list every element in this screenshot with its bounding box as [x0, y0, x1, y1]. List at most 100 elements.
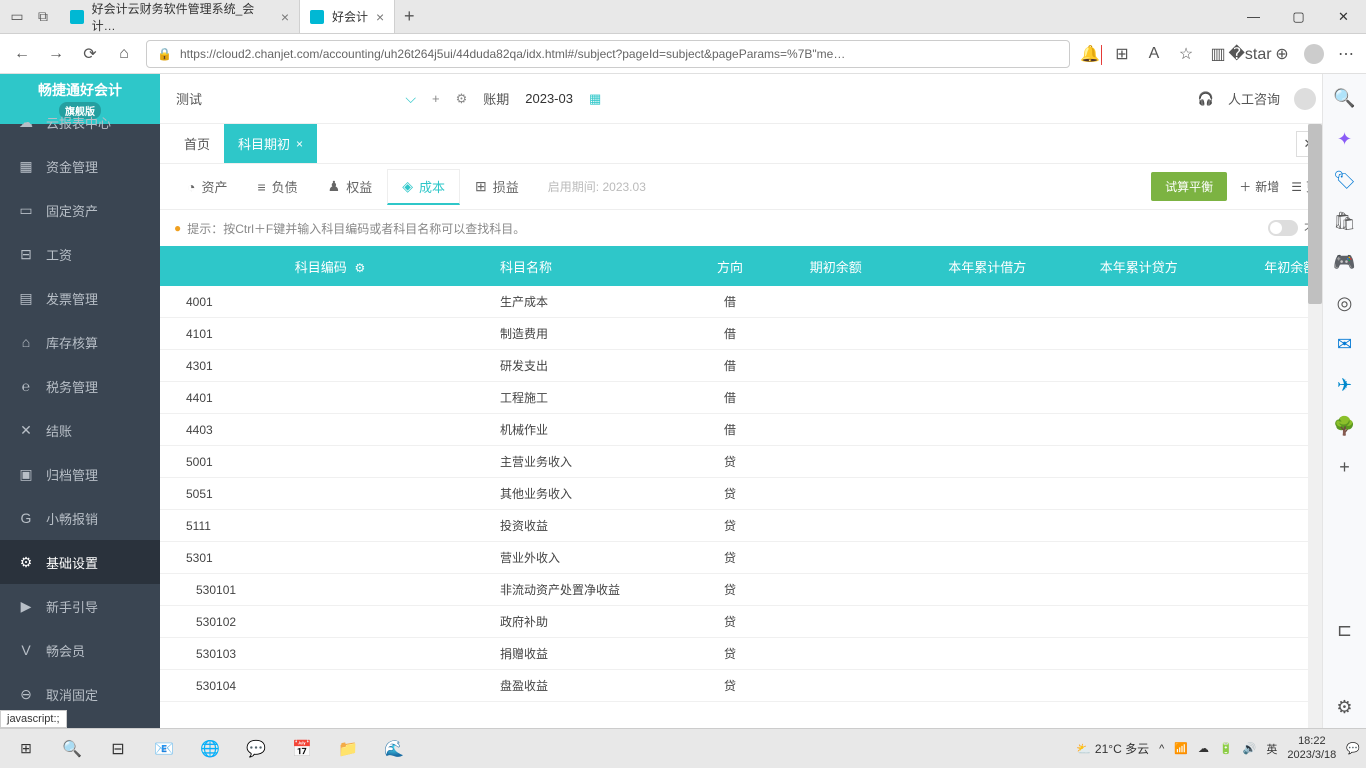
new-tab-button[interactable]: +	[395, 0, 423, 33]
page-tab-home[interactable]: 首页	[170, 124, 224, 163]
close-button[interactable]: ✕	[1321, 0, 1366, 34]
mail-app-icon[interactable]: 📧	[144, 733, 184, 765]
trial-balance-button[interactable]: 试算平衡	[1151, 172, 1227, 201]
workspace-icon[interactable]: ▭	[8, 8, 26, 26]
tree-icon[interactable]: 🌳	[1333, 416, 1355, 437]
sidebar-item-2[interactable]: ▭固定资产	[0, 188, 160, 232]
clock[interactable]: 18:22 2023/3/18	[1287, 735, 1336, 761]
ime-indicator[interactable]: 英	[1266, 741, 1277, 757]
games-icon[interactable]: 🎮	[1333, 252, 1355, 273]
chevron-up-icon[interactable]: ^	[1159, 743, 1164, 755]
col-debit-header: 本年累计借方	[912, 257, 1064, 276]
sidebar-item-12[interactable]: V畅会员	[0, 628, 160, 672]
minimize-button[interactable]: —	[1231, 0, 1276, 34]
sidebar-item-1[interactable]: ▦资金管理	[0, 144, 160, 188]
more-icon[interactable]: ⋯	[1336, 44, 1356, 64]
reading-icon[interactable]: ⊕	[1272, 44, 1292, 64]
hide-disabled-toggle[interactable]	[1268, 220, 1298, 236]
notification-center-icon[interactable]: 💬	[1346, 742, 1360, 755]
close-icon[interactable]: ×	[281, 9, 289, 25]
subtab-负债[interactable]: ≡负债	[242, 169, 312, 205]
search-icon[interactable]: 🔍	[1333, 88, 1355, 109]
refresh-button[interactable]: ⟳	[78, 42, 102, 66]
subtab-资产[interactable]: ◔资产	[172, 169, 242, 205]
close-icon[interactable]: ×	[376, 9, 384, 25]
profile-avatar[interactable]	[1304, 44, 1324, 64]
add-panel-icon[interactable]: +	[1339, 457, 1350, 478]
start-button[interactable]: ⊞	[6, 733, 46, 765]
table-row[interactable]: 4101 制造费用 借	[160, 318, 1366, 350]
table-row[interactable]: 4403 机械作业 借	[160, 414, 1366, 446]
favorites-bar-icon[interactable]: �star	[1240, 44, 1260, 64]
edge-icon[interactable]: 🌊	[374, 733, 414, 765]
forward-button[interactable]: →	[44, 42, 68, 66]
calendar-app-icon[interactable]: 📅	[282, 733, 322, 765]
table-row[interactable]: 5001 主营业务收入 贷	[160, 446, 1366, 478]
subtab-权益[interactable]: ♟权益	[313, 169, 388, 205]
back-button[interactable]: ←	[10, 42, 34, 66]
tag-icon[interactable]: 🏷	[1333, 170, 1356, 191]
table-row[interactable]: 530104 盘盈收益 贷	[160, 670, 1366, 702]
subtab-成本[interactable]: ◈成本	[387, 169, 460, 205]
gear-icon[interactable]: ⚙	[354, 261, 365, 275]
table-row[interactable]: 5051 其他业务收入 贷	[160, 478, 1366, 510]
search-button[interactable]: 🔍	[52, 733, 92, 765]
calendar-icon[interactable]: ▦	[589, 91, 601, 107]
sidebar-item-4[interactable]: ▤发票管理	[0, 276, 160, 320]
add-new-button[interactable]: ＋ 新增	[1239, 178, 1279, 195]
shopping-icon[interactable]: 🛍	[1333, 211, 1356, 232]
account-select[interactable]: 测试 ⌵	[176, 89, 416, 108]
notification-icon[interactable]: 🔔	[1080, 44, 1100, 64]
chrome-icon[interactable]: 🌐	[190, 733, 230, 765]
text-size-icon[interactable]: A	[1144, 44, 1164, 64]
page-tab-subject-opening[interactable]: 科目期初 ×	[224, 124, 317, 163]
home-button[interactable]: ⌂	[112, 42, 136, 66]
sparkle-icon[interactable]: ✦	[1337, 129, 1352, 150]
maximize-button[interactable]: ▢	[1276, 0, 1321, 34]
outlook-icon[interactable]: ✉	[1337, 334, 1352, 355]
table-row[interactable]: 530103 捐赠收益 贷	[160, 638, 1366, 670]
gear-icon[interactable]: ⚙	[456, 91, 468, 107]
sidebar-icon: V	[18, 642, 34, 658]
subtab-损益[interactable]: ⊞损益	[460, 169, 534, 205]
vertical-scrollbar[interactable]	[1308, 124, 1322, 728]
table-row[interactable]: 5111 投资收益 贷	[160, 510, 1366, 542]
volume-icon[interactable]: 🔊	[1243, 742, 1257, 755]
table-row[interactable]: 5301 营业外收入 贷	[160, 542, 1366, 574]
send-icon[interactable]: ✈	[1337, 375, 1352, 396]
taskview-button[interactable]: ⊟	[98, 733, 138, 765]
browser-tab-1[interactable]: 好会计云财务软件管理系统_会计… ×	[60, 0, 300, 33]
close-icon[interactable]: ×	[296, 137, 303, 151]
add-icon[interactable]: +	[432, 91, 440, 106]
table-row[interactable]: 4001 生产成本 借	[160, 286, 1366, 318]
sidebar-item-3[interactable]: ⊟工资	[0, 232, 160, 276]
table-row[interactable]: 530101 非流动资产处置净收益 贷	[160, 574, 1366, 606]
table-row[interactable]: 530102 政府补助 贷	[160, 606, 1366, 638]
sidebar-item-11[interactable]: ▶新手引导	[0, 584, 160, 628]
table-row[interactable]: 4401 工程施工 借	[160, 382, 1366, 414]
tabs-icon[interactable]: ⧉	[34, 8, 52, 26]
sidebar-item-5[interactable]: ⌂库存核算	[0, 320, 160, 364]
bing-icon[interactable]: ◎	[1337, 293, 1353, 314]
scrollbar-thumb[interactable]	[1308, 124, 1322, 304]
sidebar-item-10[interactable]: ⚙基础设置	[0, 540, 160, 584]
browser-tab-2[interactable]: 好会计 ×	[300, 0, 395, 33]
favorite-icon[interactable]: ☆	[1176, 44, 1196, 64]
table-row[interactable]: 4301 研发支出 借	[160, 350, 1366, 382]
weather-widget[interactable]: ⛅ 21°C 多云	[1076, 740, 1149, 757]
cloud-sync-icon[interactable]: ☁	[1198, 742, 1209, 755]
collapse-panel-icon[interactable]: ⊏	[1337, 620, 1352, 641]
consult-link[interactable]: 人工咨询	[1228, 89, 1280, 108]
explorer-icon[interactable]: 📁	[328, 733, 368, 765]
sidebar-item-7[interactable]: ✕结账	[0, 408, 160, 452]
extensions-icon[interactable]: ⊞	[1112, 44, 1132, 64]
wifi-icon[interactable]: 📶	[1174, 742, 1188, 755]
wechat-icon[interactable]: 💬	[236, 733, 276, 765]
url-bar[interactable]: 🔒 https://cloud2.chanjet.com/accounting/…	[146, 40, 1070, 68]
battery-icon[interactable]: 🔋	[1219, 742, 1233, 755]
settings-panel-icon[interactable]: ⚙	[1336, 697, 1352, 718]
sidebar-item-8[interactable]: ▣归档管理	[0, 452, 160, 496]
sidebar-item-9[interactable]: G小畅报销	[0, 496, 160, 540]
sidebar-item-6[interactable]: ℮税务管理	[0, 364, 160, 408]
collections-icon[interactable]: ▥	[1208, 44, 1228, 64]
